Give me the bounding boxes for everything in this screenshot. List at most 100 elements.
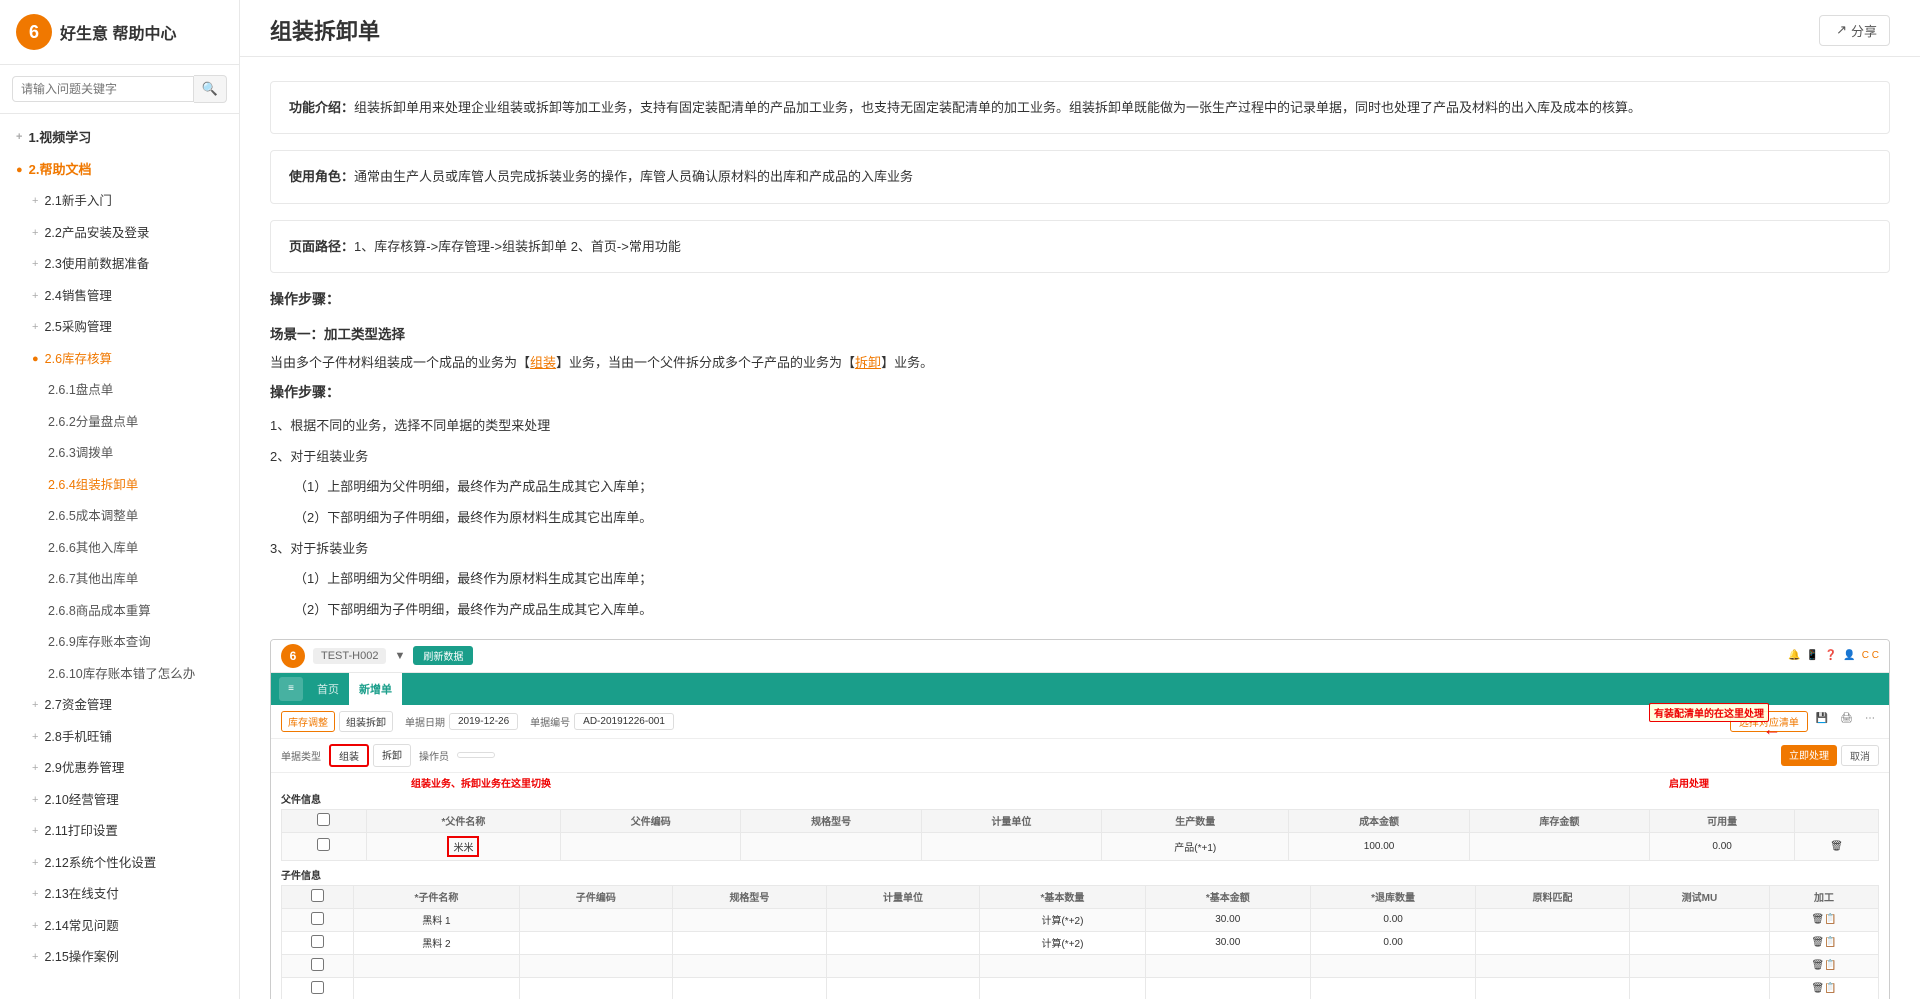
row-stock [1469,832,1649,860]
app-submit-btn[interactable]: 立即处理 [1781,745,1837,766]
intro-label: 功能介绍： [289,100,354,115]
app-number-value[interactable]: AD-20191226-001 [574,713,674,730]
sidebar-item-query[interactable]: 2.6.9库存账本查询 [0,627,239,659]
sidebar-item-newbie[interactable]: + 2.1新手入门 [0,186,239,218]
row-avail: 0.00 [1650,832,1795,860]
sidebar-item-error[interactable]: 2.6.10库存账本错了怎么办 [0,659,239,691]
sidebar-item-install[interactable]: + 2.2产品安装及登录 [0,218,239,250]
plus-icon-4: + [32,257,38,272]
sidebar-item-inventory[interactable]: ● 2.6库存核算 [0,344,239,376]
sidebar-item-mobile[interactable]: + 2.8手机旺铺 [0,722,239,754]
app-child-table-container: 子件信息 *子件名称 子件编码 规格型号 计量单位 *基本数量 *基本金额 [271,867,1889,999]
sidebar-item-sales[interactable]: + 2.4销售管理 [0,281,239,313]
page-title: 组装拆卸单 [270,14,380,46]
sidebar-item-purchase[interactable]: + 2.5采购管理 [0,312,239,344]
col-parent-code: 父件编码 [561,809,741,832]
app-save-icon[interactable]: 💾 [1812,711,1832,732]
col-c-unit: 计量单位 [826,885,980,908]
app-more-icon[interactable]: ⋯ [1861,711,1879,732]
sidebar-item-coupon[interactable]: + 2.9优惠券管理 [0,753,239,785]
plus-icon-7: + [32,698,38,713]
scene1-desc: 当由多个子件材料组装成一个成品的业务为【组装】业务，当由一个父件拆分成多个子产品… [270,351,1890,376]
app-type-assembly[interactable]: 组装拆卸 [339,711,393,732]
sidebar-item-pay[interactable]: + 2.13在线支付 [0,879,239,911]
sidebar-item-assembly[interactable]: 2.6.4组装拆卸单 [0,470,239,502]
sidebar-item-docs[interactable]: ● 2.帮助文档 [0,154,239,186]
main-header: 组装拆卸单 ↗ 分享 [240,0,1920,57]
sidebar-item-faq[interactable]: + 2.14常见问题 [0,911,239,943]
sidebar-item-cost[interactable]: 2.6.5成本调整单 [0,501,239,533]
role-label: 使用角色： [289,169,354,184]
app-option-assembly[interactable]: 组装 [329,744,369,767]
sidebar-item-capital[interactable]: + 2.7资金管理 [0,690,239,722]
share-button[interactable]: ↗ 分享 [1819,15,1890,46]
child-check-3[interactable] [311,958,324,971]
plus-icon-13: + [32,887,38,902]
sidebar-item-transfer[interactable]: 2.6.3调拨单 [0,438,239,470]
c-base-qty-2: 计算(*+2) [980,931,1145,954]
plus-icon-9: + [32,761,38,776]
row-action: 🗑 [1795,832,1879,860]
step3-sub1: （1）上部明细为父件明细，最终作为原材料生成其它出库单； [294,567,1890,592]
sidebar-item-cases[interactable]: + 2.15操作案例 [0,942,239,974]
col-checkbox [282,809,367,832]
app-tab-home[interactable]: 首页 [307,673,349,705]
select-all-child[interactable] [311,889,324,902]
child-check-4[interactable] [311,981,324,994]
logo-title: 好生意 帮助中心 [60,20,176,44]
nav-tree: + 1.视频学习 ● 2.帮助文档 + 2.1新手入门 + 2.2产品安装及登录… [0,114,239,999]
row-checkbox [282,832,367,860]
app-parent-table-container: 父件信息 *父件名称 父件编码 规格型号 计量单位 生产数量 成本金额 [271,791,1889,867]
c-base-qty-1: 计算(*+2) [980,908,1145,931]
app-type-label: 库存调整 [281,711,335,732]
app-date-value[interactable]: 2019-12-26 [449,713,518,730]
app-person-value[interactable] [457,752,495,758]
sidebar-item-print[interactable]: + 2.11打印设置 [0,816,239,848]
app-version-icon: ▼ [394,650,405,662]
role-text: 通常由生产人员或库管人员完成拆装业务的操作，库管人员确认原材料的出库和产成品的入… [354,169,913,184]
scene1-title: 场景一：加工类型选择 [270,323,1890,343]
sidebar-item-prepare[interactable]: + 2.3使用前数据准备 [0,249,239,281]
sidebar-item-in[interactable]: 2.6.6其他入库单 [0,533,239,565]
app-date-label: 单据日期 [405,714,445,729]
plus-icon-2: + [32,194,38,209]
c-base-amt-1: 30.00 [1145,908,1310,931]
child-check-1[interactable] [311,912,324,925]
app-icon-4: 👤 [1843,650,1855,661]
sidebar-item-stocktake[interactable]: 2.6.1盘点单 [0,375,239,407]
row-check-1[interactable] [317,838,330,851]
sidebar-item-out[interactable]: 2.6.7其他出库单 [0,564,239,596]
sidebar-item-settings[interactable]: + 2.12系统个性化设置 [0,848,239,880]
c-return-2: 0.00 [1310,931,1475,954]
app-print-icon[interactable]: 🖨 [1836,711,1857,732]
logo-icon: 6 [16,14,52,50]
sidebar-item-video[interactable]: + 1.视频学习 [0,122,239,154]
app-tab-new[interactable]: 新增单 [349,673,402,705]
child-check-2[interactable] [311,935,324,948]
app-icon-3: ❓ [1825,650,1837,661]
row-produce: 产品(*+1) [1102,832,1289,860]
app-refresh-btn[interactable]: 刷新数据 [413,646,473,665]
app-logo: 6 [281,644,305,668]
select-all-checkbox[interactable] [317,813,330,826]
child-row-1: 黑料 1 计算(*+2) 30.00 0.00 🗑📋 [282,908,1879,931]
search-button[interactable]: 🔍 [194,75,227,103]
col-produce-qty: 生产数量 [1102,809,1289,832]
app-cancel-btn[interactable]: 取消 [1841,745,1879,766]
col-available: 可用量 [1650,809,1795,832]
sidebar-item-stocksplit[interactable]: 2.6.2分量盘点单 [0,407,239,439]
app-date-field: 单据日期 2019-12-26 [405,713,518,730]
app-doctype-label: 单据类型 [281,748,321,763]
path-label: 页面路径： [289,239,354,254]
sidebar-item-recalc[interactable]: 2.6.8商品成本重算 [0,596,239,628]
step2-sub2: （2）下部明细为子件明细，最终作为原材料生成其它出库单。 [294,506,1890,531]
plus-icon-14: + [32,919,38,934]
col-spec: 规格型号 [741,809,921,832]
app-number-label: 单据编号 [530,714,570,729]
search-input[interactable] [12,76,194,102]
app-top-bar: 6 TEST-H002 ▼ 刷新数据 🔔 📱 ❓ 👤 C C [271,640,1889,673]
minus-icon: ● [16,163,23,178]
sidebar-item-ops[interactable]: + 2.10经营管理 [0,785,239,817]
intro-block: 功能介绍：组装拆卸单用来处理企业组装或拆卸等加工业务，支持有固定装配清单的产品加… [270,81,1890,134]
app-option-disassembly[interactable]: 拆卸 [373,744,411,767]
